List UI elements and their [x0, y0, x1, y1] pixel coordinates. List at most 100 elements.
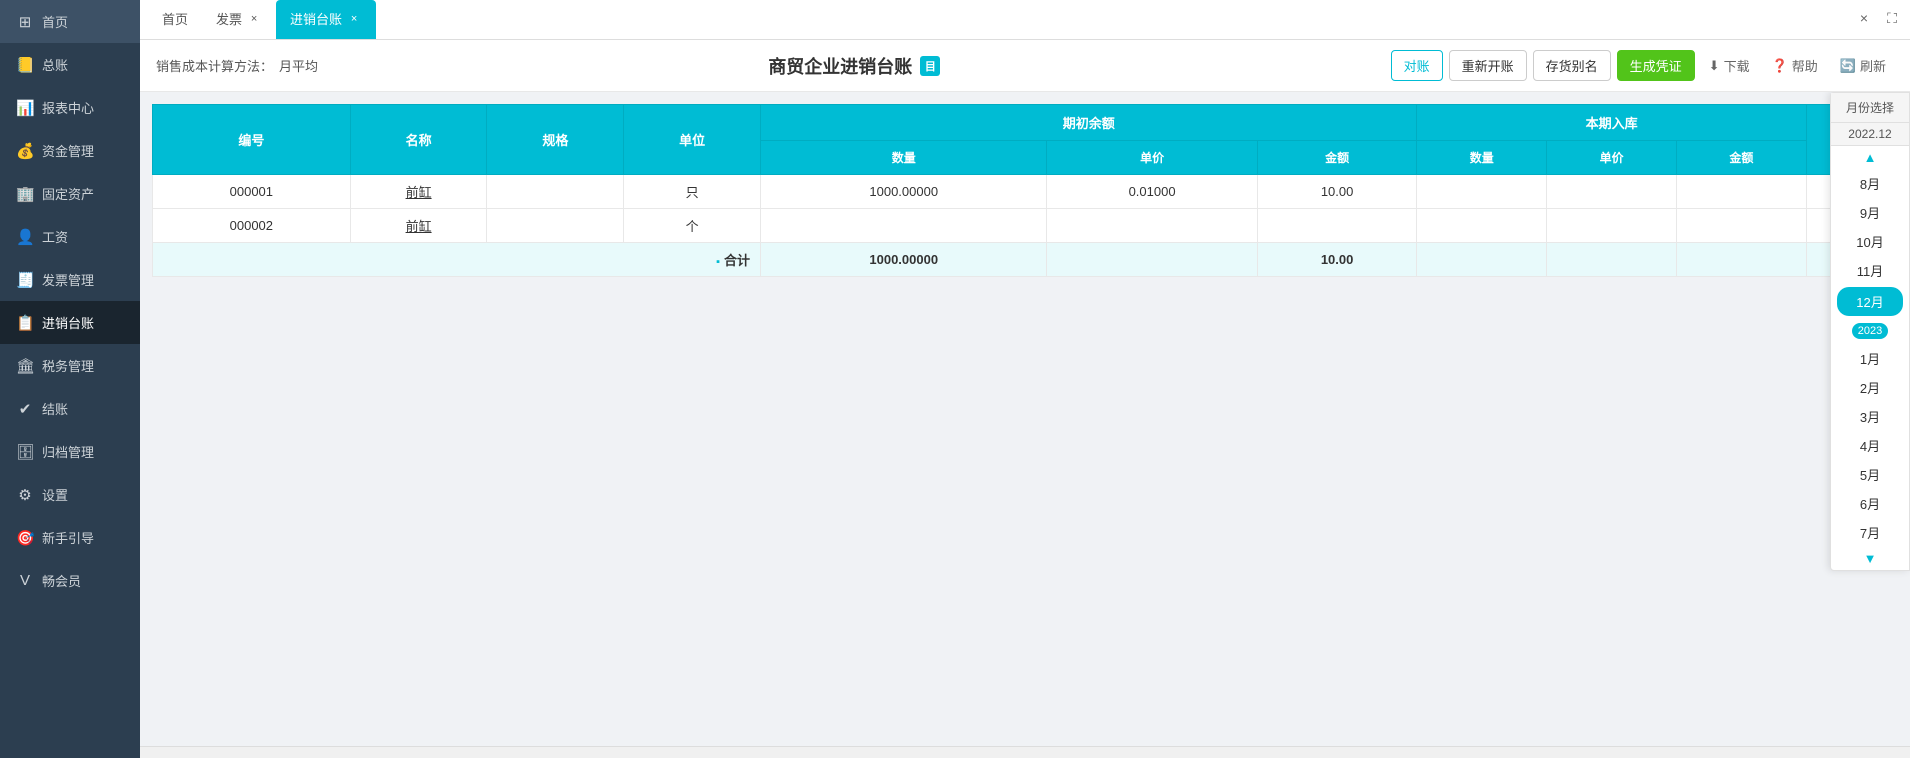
toolbar-actions: 对账 重新开账 存货别名 生成凭证 ⬇ 下载 ❓ 帮助: [1391, 50, 1894, 81]
sidebar-item-label: 进销台账: [42, 313, 94, 332]
month-item[interactable]: 7月: [1831, 518, 1909, 547]
cell-opening-amount: [1257, 209, 1417, 243]
table-row: 000002 前缸 个: [153, 209, 1898, 243]
month-item[interactable]: 8月: [1831, 169, 1909, 198]
sidebar-item-fund-management[interactable]: 💰 资金管理: [0, 129, 140, 172]
sidebar-item-settlement[interactable]: ✔ 结账: [0, 387, 140, 430]
sidebar-item-label: 报表中心: [42, 98, 94, 117]
month-item[interactable]: 12月: [1837, 287, 1903, 316]
table-container: 编号 名称 规格 单位 期初余额 本期入库 数 数量 单价 金额 数量 单价: [140, 92, 1910, 746]
cell-inbound-qty: [1417, 209, 1547, 243]
home-icon: ⊞: [16, 13, 34, 31]
refresh-button[interactable]: 🔄 刷新: [1832, 51, 1894, 80]
reconcile-button[interactable]: 对账: [1391, 50, 1443, 81]
sidebar-item-general-ledger[interactable]: 📒 总账: [0, 43, 140, 86]
cell-spec: [487, 175, 624, 209]
help-button[interactable]: ❓ 帮助: [1764, 51, 1826, 80]
col-opening-group-header: 期初余额: [761, 105, 1417, 141]
data-table: 编号 名称 规格 单位 期初余额 本期入库 数 数量 单价 金额 数量 单价: [152, 104, 1898, 277]
tab-purchase-sales-label: 进销台账: [290, 9, 342, 28]
month-item[interactable]: 4月: [1831, 431, 1909, 460]
col-number-header: 编号: [153, 105, 351, 175]
sidebar-item-report-center[interactable]: 📊 报表中心: [0, 86, 140, 129]
sidebar-item-label: 设置: [42, 485, 68, 504]
bottom-scrollbar[interactable]: [140, 746, 1910, 758]
month-item[interactable]: 9月: [1831, 198, 1909, 227]
month-item[interactable]: 3月: [1831, 402, 1909, 431]
sidebar-item-home[interactable]: ⊞ 首页: [0, 0, 140, 43]
cell-unit: 只: [624, 175, 761, 209]
sidebar-item-invoice-management[interactable]: 🧾 发票管理: [0, 258, 140, 301]
cost-method-info: 销售成本计算方法： 月平均: [156, 56, 318, 75]
col-unit-header: 单位: [624, 105, 761, 175]
subtotal-inbound-qty: [1417, 243, 1547, 277]
month-nav-down[interactable]: ▼: [1831, 547, 1909, 570]
cell-name[interactable]: 前缸: [350, 175, 487, 209]
cell-opening-amount: 10.00: [1257, 175, 1417, 209]
tab-purchase-sales-close[interactable]: ×: [346, 11, 362, 27]
sidebar-item-salary[interactable]: 👤 工资: [0, 215, 140, 258]
month-item[interactable]: 1月: [1831, 344, 1909, 373]
cell-opening-qty: 1000.00000: [761, 175, 1047, 209]
generate-voucher-button[interactable]: 生成凭证: [1617, 50, 1695, 81]
tab-invoice-close[interactable]: ×: [246, 11, 262, 27]
tab-home[interactable]: 首页: [148, 0, 202, 39]
month-item[interactable]: 2月: [1831, 373, 1909, 402]
col-inbound-price-header: 单价: [1547, 141, 1677, 175]
page-title: 商贸企业进销台账: [768, 53, 912, 79]
sidebar-item-label: 归档管理: [42, 442, 94, 461]
month-nav-up[interactable]: ▲: [1831, 146, 1909, 169]
sidebar-item-vip[interactable]: V 畅会员: [0, 559, 140, 602]
settings-icon: ⚙: [16, 486, 34, 504]
cell-inbound-price: [1547, 209, 1677, 243]
sidebar-item-tax-management[interactable]: 🏛 税务管理: [0, 344, 140, 387]
content-area: 销售成本计算方法： 月平均 商贸企业进销台账 目 对账 重新开账 存货别名: [140, 40, 1910, 758]
tab-invoice[interactable]: 发票 ×: [202, 0, 276, 39]
col-name-header: 名称: [350, 105, 487, 175]
month-item[interactable]: 11月: [1831, 256, 1909, 285]
sidebar-item-settings[interactable]: ⚙ 设置: [0, 473, 140, 516]
cost-method-label: 销售成本计算方法：: [156, 56, 273, 75]
col-spec-header: 规格: [487, 105, 624, 175]
reopen-button[interactable]: 重新开账: [1449, 50, 1527, 81]
sidebar-item-fixed-assets[interactable]: 🏢 固定资产: [0, 172, 140, 215]
month-item[interactable]: 5月: [1831, 460, 1909, 489]
ledger-icon: 📒: [16, 56, 34, 74]
month-panel-title: 月份选择: [1831, 93, 1909, 123]
sidebar-item-beginner-guide[interactable]: 🎯 新手引导: [0, 516, 140, 559]
subtotal-opening-price: [1047, 243, 1257, 277]
salary-icon: 👤: [16, 228, 34, 246]
asset-icon: 🏢: [16, 185, 34, 203]
help-icon: ❓: [1772, 58, 1788, 74]
sidebar-item-label: 固定资产: [42, 184, 94, 203]
main-area: × ⛶ 首页 发票 × 进销台账 × 销售成本计算方法： 月平均 商贸企业进销台…: [140, 0, 1910, 758]
col-opening-qty-header: 数量: [761, 141, 1047, 175]
tabs-bar: 首页 发票 × 进销台账 ×: [140, 0, 1910, 40]
month-panel-year-2022: 2022.12: [1831, 123, 1909, 146]
page-title-area: 商贸企业进销台账 目: [326, 53, 1383, 79]
cell-number: 000001: [153, 175, 351, 209]
archive-icon: 🗄: [16, 443, 34, 461]
close-button[interactable]: ×: [1854, 8, 1874, 28]
month-item[interactable]: 10月: [1831, 227, 1909, 256]
sidebar-item-label: 首页: [42, 12, 68, 31]
cell-number: 000002: [153, 209, 351, 243]
tab-purchase-sales[interactable]: 进销台账 ×: [276, 0, 376, 39]
cell-spec: [487, 209, 624, 243]
maximize-button[interactable]: ⛶: [1882, 8, 1902, 28]
sidebar-item-archive-management[interactable]: 🗄 归档管理: [0, 430, 140, 473]
table-row: 000001 前缸 只 1000.00000 0.01000 10.00: [153, 175, 1898, 209]
title-info-icon[interactable]: 目: [920, 56, 940, 76]
cell-name[interactable]: 前缸: [350, 209, 487, 243]
sidebar-item-label: 总账: [42, 55, 68, 74]
sidebar-item-purchase-sales[interactable]: 📋 进销台账: [0, 301, 140, 344]
sidebar-item-label: 新手引导: [42, 528, 94, 547]
subtotal-label: ▪合计: [153, 243, 761, 277]
download-button[interactable]: ⬇ 下载: [1701, 51, 1758, 80]
month-panel: 月份选择 2022.12 ▲ 8月9月10月11月12月 2023 1月2月3月…: [1830, 92, 1910, 571]
cell-opening-price: 0.01000: [1047, 175, 1257, 209]
month-item[interactable]: 6月: [1831, 489, 1909, 518]
window-controls: × ⛶: [1854, 8, 1902, 28]
cell-inbound-amount: [1676, 209, 1806, 243]
save-alias-button[interactable]: 存货别名: [1533, 50, 1611, 81]
